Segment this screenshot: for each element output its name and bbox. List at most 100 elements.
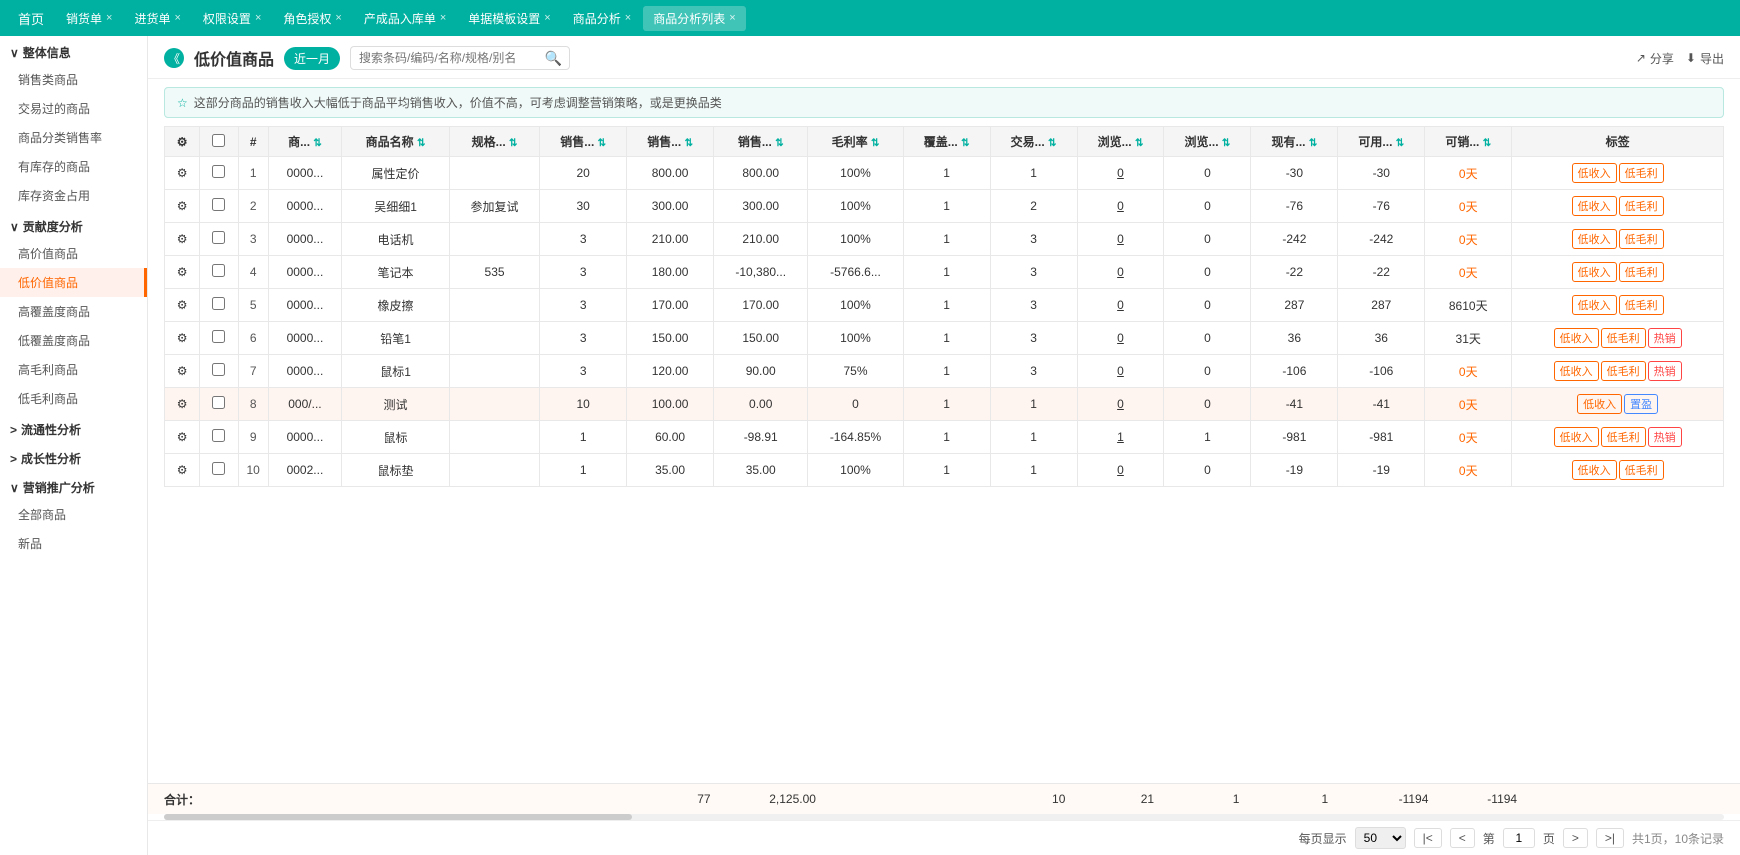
row-checkbox[interactable] <box>212 363 225 376</box>
nav-close-purchase[interactable]: × <box>174 12 180 24</box>
browse-link[interactable]: 0 <box>1117 331 1124 345</box>
td-browse1[interactable]: 0 <box>1077 223 1164 256</box>
td-checkbox[interactable] <box>200 157 238 190</box>
row-checkbox[interactable] <box>212 396 225 409</box>
td-checkbox[interactable] <box>200 388 238 421</box>
th-stock1[interactable]: 现有... ⇅ <box>1251 127 1338 157</box>
sidebar-item-high-coverage[interactable]: 高覆盖度商品 <box>0 297 147 326</box>
table-wrap[interactable]: ⚙ # 商... ⇅ 商品名称 ⇅ 规格... ⇅ 销售... ⇅ 销售... … <box>148 126 1740 783</box>
nav-product-analysis[interactable]: 商品分析 × <box>563 6 641 31</box>
nav-close-templates[interactable]: × <box>544 12 550 24</box>
td-settings[interactable]: ⚙ <box>165 355 200 388</box>
page-size-select[interactable]: 50 100 200 <box>1355 827 1406 849</box>
td-settings[interactable]: ⚙ <box>165 388 200 421</box>
sidebar-item-low-margin[interactable]: 低毛利商品 <box>0 384 147 413</box>
td-browse1[interactable]: 0 <box>1077 289 1164 322</box>
row-checkbox[interactable] <box>212 330 225 343</box>
th-checkbox[interactable] <box>200 127 238 157</box>
nav-templates[interactable]: 单据模板设置 × <box>458 6 560 31</box>
td-settings[interactable]: ⚙ <box>165 256 200 289</box>
share-button[interactable]: ↗ 分享 <box>1636 50 1674 67</box>
th-trade[interactable]: 交易... ⇅ <box>990 127 1077 157</box>
row-checkbox[interactable] <box>212 297 225 310</box>
th-sales-amount[interactable]: 销售... ⇅ <box>627 127 714 157</box>
td-browse1[interactable]: 0 <box>1077 322 1164 355</box>
td-browse1[interactable]: 1 <box>1077 421 1164 454</box>
select-all-checkbox[interactable] <box>212 134 225 147</box>
nav-permissions[interactable]: 权限设置 × <box>193 6 271 31</box>
td-checkbox[interactable] <box>200 322 238 355</box>
sidebar-group-growth[interactable]: > 成长性分析 <box>0 442 147 471</box>
nav-close-products[interactable]: × <box>440 12 446 24</box>
browse-link[interactable]: 0 <box>1117 463 1124 477</box>
sidebar-group-contribution[interactable]: ∨ 贡献度分析 <box>0 210 147 239</box>
td-checkbox[interactable] <box>200 190 238 223</box>
sidebar-item-high-value[interactable]: 高价值商品 <box>0 239 147 268</box>
td-checkbox[interactable] <box>200 421 238 454</box>
td-browse1[interactable]: 0 <box>1077 355 1164 388</box>
td-settings[interactable]: ⚙ <box>165 157 200 190</box>
search-input[interactable] <box>350 46 570 70</box>
next-page-button[interactable]: > <box>1563 828 1588 848</box>
collapse-button[interactable]: 《 <box>164 48 184 68</box>
row-checkbox[interactable] <box>212 264 225 277</box>
nav-roles[interactable]: 角色授权 × <box>273 6 351 31</box>
browse-link[interactable]: 0 <box>1117 364 1124 378</box>
th-sellable[interactable]: 可销... ⇅ <box>1425 127 1512 157</box>
browse-link[interactable]: 1 <box>1117 430 1124 444</box>
sidebar-item-high-margin[interactable]: 高毛利商品 <box>0 355 147 384</box>
td-checkbox[interactable] <box>200 289 238 322</box>
row-checkbox[interactable] <box>212 231 225 244</box>
td-settings[interactable]: ⚙ <box>165 421 200 454</box>
th-browse1[interactable]: 浏览... ⇅ <box>1077 127 1164 157</box>
nav-product-analysis-list[interactable]: 商品分析列表 × <box>643 6 745 31</box>
td-settings[interactable]: ⚙ <box>165 190 200 223</box>
first-page-button[interactable]: |< <box>1414 828 1442 848</box>
th-avail[interactable]: 可用... ⇅ <box>1338 127 1425 157</box>
nav-products[interactable]: 产成品入库单 × <box>354 6 456 31</box>
sidebar-item-low-value[interactable]: 低价值商品 <box>0 268 147 297</box>
row-checkbox[interactable] <box>212 462 225 475</box>
row-checkbox[interactable] <box>212 165 225 178</box>
td-checkbox[interactable] <box>200 355 238 388</box>
sidebar-item-traded-products[interactable]: 交易过的商品 <box>0 94 147 123</box>
nav-close-analysis-list[interactable]: × <box>729 12 735 24</box>
sidebar-item-sales-products[interactable]: 销售类商品 <box>0 65 147 94</box>
period-button[interactable]: 近一月 <box>284 47 340 70</box>
sidebar-item-new-products[interactable]: 新品 <box>0 529 147 558</box>
nav-close-analysis[interactable]: × <box>625 12 631 24</box>
th-name[interactable]: 商品名称 ⇅ <box>342 127 450 157</box>
td-settings[interactable]: ⚙ <box>165 322 200 355</box>
th-sales-qty[interactable]: 销售... ⇅ <box>540 127 627 157</box>
nav-close-permissions[interactable]: × <box>255 12 261 24</box>
row-checkbox[interactable] <box>212 198 225 211</box>
nav-sales[interactable]: 销货单 × <box>56 6 122 31</box>
sidebar-item-stocked-products[interactable]: 有库存的商品 <box>0 152 147 181</box>
th-settings[interactable]: ⚙ <box>165 127 200 157</box>
td-browse1[interactable]: 0 <box>1077 454 1164 487</box>
nav-close-sales[interactable]: × <box>106 12 112 24</box>
browse-link[interactable]: 0 <box>1117 199 1124 213</box>
td-settings[interactable]: ⚙ <box>165 454 200 487</box>
td-settings[interactable]: ⚙ <box>165 223 200 256</box>
browse-link[interactable]: 0 <box>1117 397 1124 411</box>
sidebar-group-marketing[interactable]: ∨ 营销推广分析 <box>0 471 147 500</box>
td-browse1[interactable]: 0 <box>1077 388 1164 421</box>
browse-link[interactable]: 0 <box>1117 232 1124 246</box>
sidebar-group-circulation[interactable]: > 流通性分析 <box>0 413 147 442</box>
prev-page-button[interactable]: < <box>1450 828 1475 848</box>
th-browse2[interactable]: 浏览... ⇅ <box>1164 127 1251 157</box>
th-code[interactable]: 商... ⇅ <box>268 127 342 157</box>
browse-link[interactable]: 0 <box>1117 166 1124 180</box>
td-checkbox[interactable] <box>200 223 238 256</box>
page-input[interactable] <box>1503 828 1535 848</box>
browse-link[interactable]: 0 <box>1117 265 1124 279</box>
td-checkbox[interactable] <box>200 256 238 289</box>
sidebar-item-all-products[interactable]: 全部商品 <box>0 500 147 529</box>
th-coverage[interactable]: 覆盖... ⇅ <box>903 127 990 157</box>
th-sales-net[interactable]: 销售... ⇅ <box>714 127 808 157</box>
th-spec[interactable]: 规格... ⇅ <box>449 127 539 157</box>
nav-close-roles[interactable]: × <box>335 12 341 24</box>
last-page-button[interactable]: >| <box>1596 828 1624 848</box>
browse-link[interactable]: 0 <box>1117 298 1124 312</box>
